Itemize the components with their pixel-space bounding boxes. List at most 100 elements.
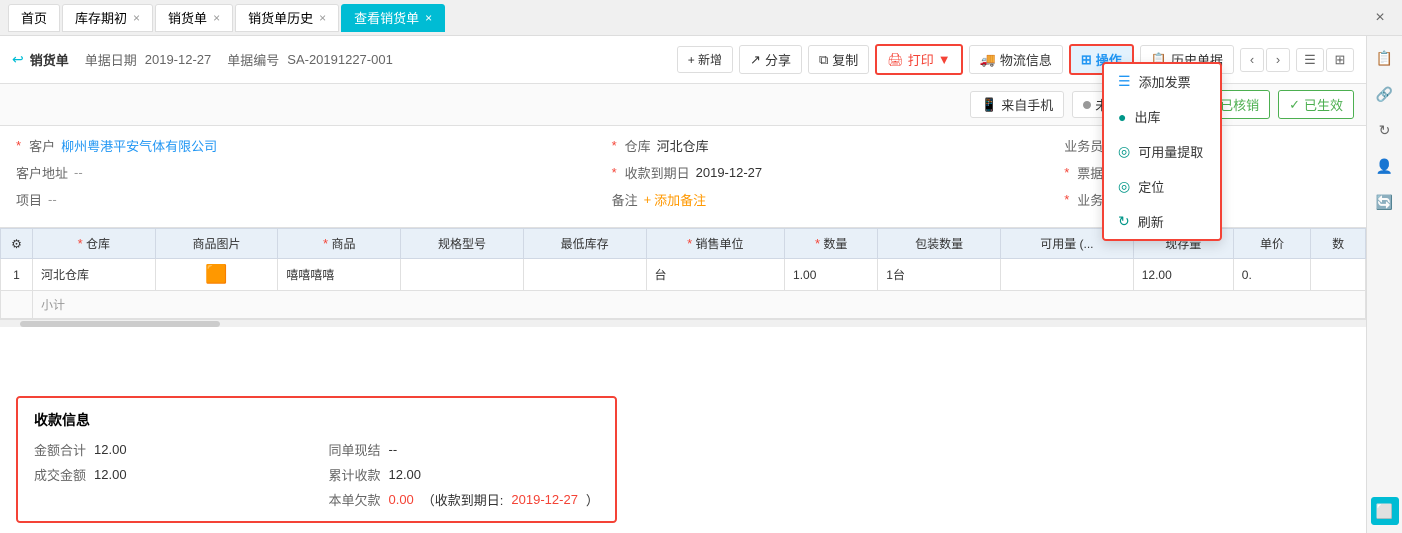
available-extract-label: 可用量提取	[1138, 142, 1203, 161]
total-amount-row: 金额合计 12.00	[34, 440, 304, 459]
tab-home-label: 首页	[21, 8, 47, 27]
warehouse-value: 河北仓库	[657, 136, 709, 155]
outstanding-date-close: ）	[586, 490, 599, 509]
refresh-icon: ↻	[1118, 213, 1130, 230]
doc-num-label: 单据编号 SA-20191227-001	[227, 50, 393, 69]
tab-sales-close[interactable]: ×	[213, 11, 220, 25]
ops-icon: ⊞	[1081, 52, 1092, 68]
window-close-button[interactable]: ×	[1366, 4, 1394, 32]
tab-sales-history-label: 销货单历史	[248, 8, 313, 27]
sidebar-expand-icon[interactable]: ⬜	[1371, 497, 1399, 525]
prev-button[interactable]: ‹	[1240, 48, 1264, 72]
address-value: --	[74, 165, 83, 180]
print-button[interactable]: 🖨 打印 ▼	[875, 44, 962, 75]
row-num-val	[1311, 259, 1366, 291]
outstanding-label: 本单欠款	[328, 490, 380, 509]
receipt-title: 收款信息	[34, 410, 599, 430]
warehouse-required: *	[612, 138, 617, 153]
effective-check-icon: ✓	[1289, 97, 1300, 113]
tab-sales-history[interactable]: 销货单历史 ×	[235, 4, 339, 32]
tab-sales[interactable]: 销货单 ×	[155, 4, 233, 32]
tab-view-sales-close[interactable]: ×	[425, 11, 432, 25]
add-note-button[interactable]: + 添加备注	[644, 190, 707, 209]
row-available	[1000, 259, 1133, 291]
num-header: 数	[1311, 229, 1366, 259]
sidebar-notes-icon[interactable]: 📋	[1371, 44, 1399, 72]
share-icon: ↗	[750, 52, 761, 68]
min-stock-header: 最低库存	[523, 229, 646, 259]
sidebar-refresh-icon[interactable]: ↻	[1371, 116, 1399, 144]
tab-inventory-close[interactable]: ×	[133, 11, 140, 25]
subtotal-row: 小计	[1, 291, 1366, 319]
payment-field: * 收款到期日 2019-12-27	[612, 163, 1041, 182]
add-invoice-item[interactable]: ☰ 添加发票	[1104, 64, 1220, 99]
product-table-container: ⚙ * 仓库 商品图片 * 商品 规格型号 最低库存 * 销售单位 * 数量 包…	[0, 228, 1366, 386]
logistics-icon: 🚚	[980, 52, 996, 68]
effective-button[interactable]: ✓ 已生效	[1278, 90, 1354, 119]
locate-item[interactable]: ◎ 定位	[1104, 169, 1220, 204]
total-amount-value: 12.00	[94, 442, 127, 457]
outbound-item[interactable]: ● 出库	[1104, 99, 1220, 134]
next-button[interactable]: ›	[1266, 48, 1290, 72]
locate-label: 定位	[1138, 177, 1164, 196]
sidebar-user-icon[interactable]: 👤	[1371, 152, 1399, 180]
deal-amount-row: 成交金额 12.00	[34, 465, 304, 484]
share-button[interactable]: ↗ 分享	[739, 45, 802, 74]
deal-amount-label: 成交金额	[34, 465, 86, 484]
row-product: 嘻嘻嘻嘻	[278, 259, 401, 291]
payment-value: 2019-12-27	[696, 165, 763, 180]
outbound-label: 出库	[1134, 107, 1160, 126]
doc-title: 销货单	[30, 50, 69, 69]
project-label: 项目	[16, 190, 42, 209]
row-unit: 台	[646, 259, 785, 291]
nav-arrows: ‹ ›	[1240, 48, 1290, 72]
customer-value[interactable]: 柳州粤港平安气体有限公司	[61, 136, 217, 155]
deal-amount-value: 12.00	[94, 467, 127, 482]
horizontal-scrollbar[interactable]	[0, 319, 1366, 327]
row-image: 🟧	[155, 259, 278, 291]
same-settle-row: 同单现结 --	[328, 440, 598, 459]
total-receipt-label: 累计收款	[328, 465, 380, 484]
row-current-stock: 12.00	[1133, 259, 1233, 291]
outstanding-row: 本单欠款 0.00 （收款到期日: 2019-12-27 ）	[328, 490, 598, 509]
outbound-icon: ●	[1118, 109, 1126, 125]
settings-header[interactable]: ⚙	[1, 229, 33, 259]
tab-sales-history-close[interactable]: ×	[319, 11, 326, 25]
outstanding-value: 0.00	[388, 492, 413, 507]
sidebar-swap-icon[interactable]: 🔄	[1371, 188, 1399, 216]
outstanding-date-value: 2019-12-27	[511, 492, 578, 507]
subtotal-value: 小计	[33, 291, 1366, 319]
row-spec	[401, 259, 524, 291]
sidebar-link-icon[interactable]: 🔗	[1371, 80, 1399, 108]
doc-meta: 单据日期 2019-12-27 单据编号 SA-20191227-001	[85, 50, 393, 69]
refresh-item[interactable]: ↻ 刷新	[1104, 204, 1220, 239]
view-toggle: ☰ ⊞	[1296, 48, 1354, 72]
total-receipt-value: 12.00	[388, 467, 421, 482]
unit-price-header: 单价	[1233, 229, 1310, 259]
new-button[interactable]: + 新增	[677, 46, 733, 73]
available-extract-item[interactable]: ◎ 可用量提取	[1104, 134, 1220, 169]
payment-required: *	[612, 165, 617, 180]
staff-label: 业务员	[1064, 136, 1103, 155]
from-phone-button[interactable]: 📱 来自手机	[970, 91, 1064, 118]
row-qty: 1.00	[785, 259, 878, 291]
scroll-thumb[interactable]	[20, 321, 220, 327]
customer-label: 客户	[29, 136, 55, 155]
payment-label: 收款到期日	[625, 163, 690, 182]
pack-qty-header: 包装数量	[878, 229, 1001, 259]
unit-header: * 销售单位	[646, 229, 785, 259]
grid-view-button[interactable]: ⊞	[1326, 48, 1354, 72]
image-header: 商品图片	[155, 229, 278, 259]
tab-view-sales[interactable]: 查看销货单 ×	[341, 4, 445, 32]
list-view-button[interactable]: ☰	[1296, 48, 1324, 72]
row-warehouse: 河北仓库	[33, 259, 156, 291]
print-icon: 🖨	[887, 52, 904, 68]
bottom-section: 收款信息 金额合计 12.00 同单现结 -- 成交金额 12.00	[0, 386, 1366, 533]
tab-home[interactable]: 首页	[8, 4, 60, 32]
extract-icon: ◎	[1118, 143, 1130, 160]
product-table: ⚙ * 仓库 商品图片 * 商品 规格型号 最低库存 * 销售单位 * 数量 包…	[0, 228, 1366, 319]
tab-inventory[interactable]: 库存期初 ×	[62, 4, 153, 32]
logistics-button[interactable]: 🚚 物流信息	[969, 45, 1063, 74]
copy-button[interactable]: ⧉ 复制	[808, 45, 869, 74]
tab-inventory-label: 库存期初	[75, 8, 127, 27]
